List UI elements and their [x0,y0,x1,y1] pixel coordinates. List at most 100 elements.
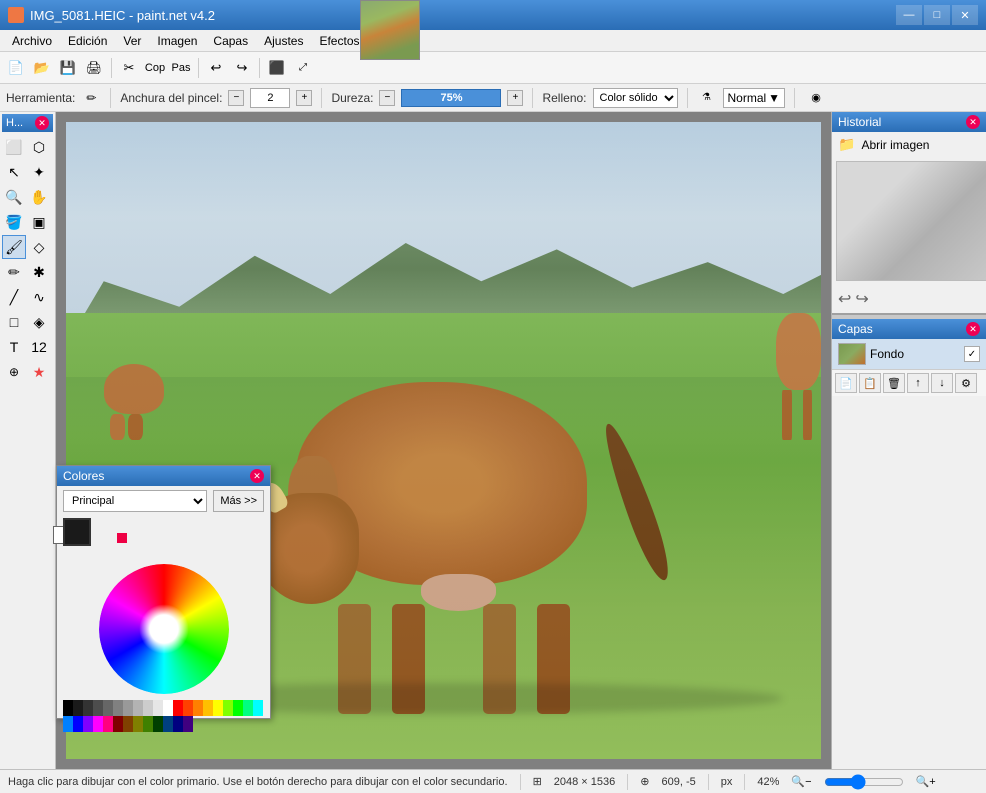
hardness-increase[interactable]: + [507,90,523,106]
layer-up-button[interactable]: ↑ [907,373,929,393]
palette-color-swatch[interactable] [143,700,153,716]
colors-close-button[interactable]: ✕ [250,469,264,483]
palette-color-swatch[interactable] [153,700,163,716]
color-wheel[interactable] [99,564,229,694]
clone-stamp-tool[interactable]: ✱ [27,260,51,284]
palette-color-swatch[interactable] [83,700,93,716]
eraser-tool[interactable]: ◇ [27,235,51,259]
layer-duplicate-button[interactable]: 📋 [859,373,881,393]
shapes-rect-tool[interactable]: □ [2,310,26,334]
hardness-decrease[interactable]: − [379,90,395,106]
palette-color-swatch[interactable] [93,700,103,716]
select-rect-tool[interactable]: ⬜ [2,135,26,159]
cut-button[interactable]: ✂ [117,56,141,80]
palette-color-swatch[interactable] [163,716,173,732]
foreground-color-swatch[interactable] [63,518,91,546]
palette-color-swatch[interactable] [223,700,233,716]
line-tool[interactable]: ╱ [2,285,26,309]
move-tool[interactable]: ↖ [2,160,26,184]
palette-color-swatch[interactable] [173,716,183,732]
palette-color-swatch[interactable] [103,716,113,732]
layer-down-button[interactable]: ↓ [931,373,953,393]
palette-color-swatch[interactable] [183,716,193,732]
palette-color-swatch[interactable] [173,700,183,716]
palette-color-swatch[interactable] [233,700,243,716]
color-wheel-selector[interactable] [157,628,165,636]
redo-history-button[interactable]: ↪ [855,289,868,309]
zoom-slider[interactable] [824,774,904,790]
undo-button[interactable]: ↩ [204,56,228,80]
palette-color-swatch[interactable] [73,716,83,732]
minimize-button[interactable]: — [896,5,922,25]
opacity-icon[interactable]: ◉ [804,86,828,110]
palette-color-swatch[interactable] [83,716,93,732]
colors-panel-header[interactable]: Colores ✕ [57,466,270,486]
palette-color-swatch[interactable] [133,700,143,716]
palette-color-swatch[interactable] [153,716,163,732]
history-close-button[interactable]: ✕ [966,115,980,129]
resize-button[interactable]: ⤢ [291,56,315,80]
crop-button[interactable]: ⬛ [265,56,289,80]
print-button[interactable]: 🖨 [82,56,106,80]
brush-tool[interactable]: 🖌 [2,235,26,259]
palette-color-swatch[interactable] [123,716,133,732]
recolor-tool[interactable]: ★ [27,360,51,384]
paint-bucket-tool[interactable]: 🪣 [2,210,26,234]
palette-color-swatch[interactable] [103,700,113,716]
magic-wand-tool[interactable]: ✦ [27,160,51,184]
menu-archivo[interactable]: Archivo [4,32,60,50]
layer-item[interactable]: Fondo ✓ [832,339,986,369]
curve-tool[interactable]: ∿ [27,285,51,309]
copy-button[interactable]: Cop [143,56,167,80]
open-button[interactable]: 📂 [30,56,54,80]
palette-color-swatch[interactable] [63,700,73,716]
maximize-button[interactable]: □ [924,5,950,25]
menu-edicion[interactable]: Edición [60,32,115,50]
layer-delete-button[interactable]: 🗑 [883,373,905,393]
new-button[interactable]: 📄 [4,56,28,80]
undo-history-button[interactable]: ↩ [838,289,851,309]
layer-properties-button[interactable]: ⚙ [955,373,977,393]
blend-icon[interactable]: ⚗ [697,86,717,110]
palette-color-swatch[interactable] [213,700,223,716]
hardness-bar[interactable]: 75% [401,89,501,107]
shapes-tool[interactable]: ◈ [27,310,51,334]
zoom-in-button[interactable]: 🔍+ [916,775,936,788]
menu-imagen[interactable]: Imagen [149,32,205,50]
palette-color-swatch[interactable] [253,700,263,716]
menu-ver[interactable]: Ver [115,32,149,50]
brush-width-decrease[interactable]: − [228,90,244,106]
palette-color-swatch[interactable] [133,716,143,732]
current-tool-icon[interactable]: ✏ [81,88,101,108]
palette-color-swatch[interactable] [243,700,253,716]
palette-color-swatch[interactable] [93,716,103,732]
paste-button[interactable]: Pas [169,56,193,80]
blend-mode-dropdown[interactable]: Normal ▼ [723,88,786,108]
palette-color-swatch[interactable] [183,700,193,716]
number-text-tool[interactable]: 12 [27,335,51,359]
zoom-tool[interactable]: 🔍 [2,185,26,209]
select-lasso-tool[interactable]: ⬡ [27,135,51,159]
layers-close-button[interactable]: ✕ [966,322,980,336]
color-type-dropdown[interactable]: Principal Secundario [63,490,207,512]
save-button[interactable]: 💾 [56,56,80,80]
zoom-out-button[interactable]: 🔍− [791,775,811,788]
color-pickup-tool[interactable]: ▣ [27,210,51,234]
menu-ajustes[interactable]: Ajustes [256,32,311,50]
brush-width-increase[interactable]: + [296,90,312,106]
color-more-button[interactable]: Más >> [213,490,264,512]
palette-color-swatch[interactable] [203,700,213,716]
close-button[interactable]: ✕ [952,5,978,25]
palette-color-swatch[interactable] [73,700,83,716]
text-tool[interactable]: T [2,335,26,359]
menu-capas[interactable]: Capas [205,32,256,50]
palette-color-swatch[interactable] [113,716,123,732]
toolbox-close-button[interactable]: ✕ [35,116,49,130]
layer-visibility-checkbox[interactable]: ✓ [964,346,980,362]
layer-add-button[interactable]: 📄 [835,373,857,393]
swap-colors-icon[interactable] [117,533,127,543]
brush-width-input[interactable] [250,88,290,108]
gradient-tool[interactable]: ⊕ [2,360,26,384]
redo-button[interactable]: ↪ [230,56,254,80]
palette-color-swatch[interactable] [113,700,123,716]
